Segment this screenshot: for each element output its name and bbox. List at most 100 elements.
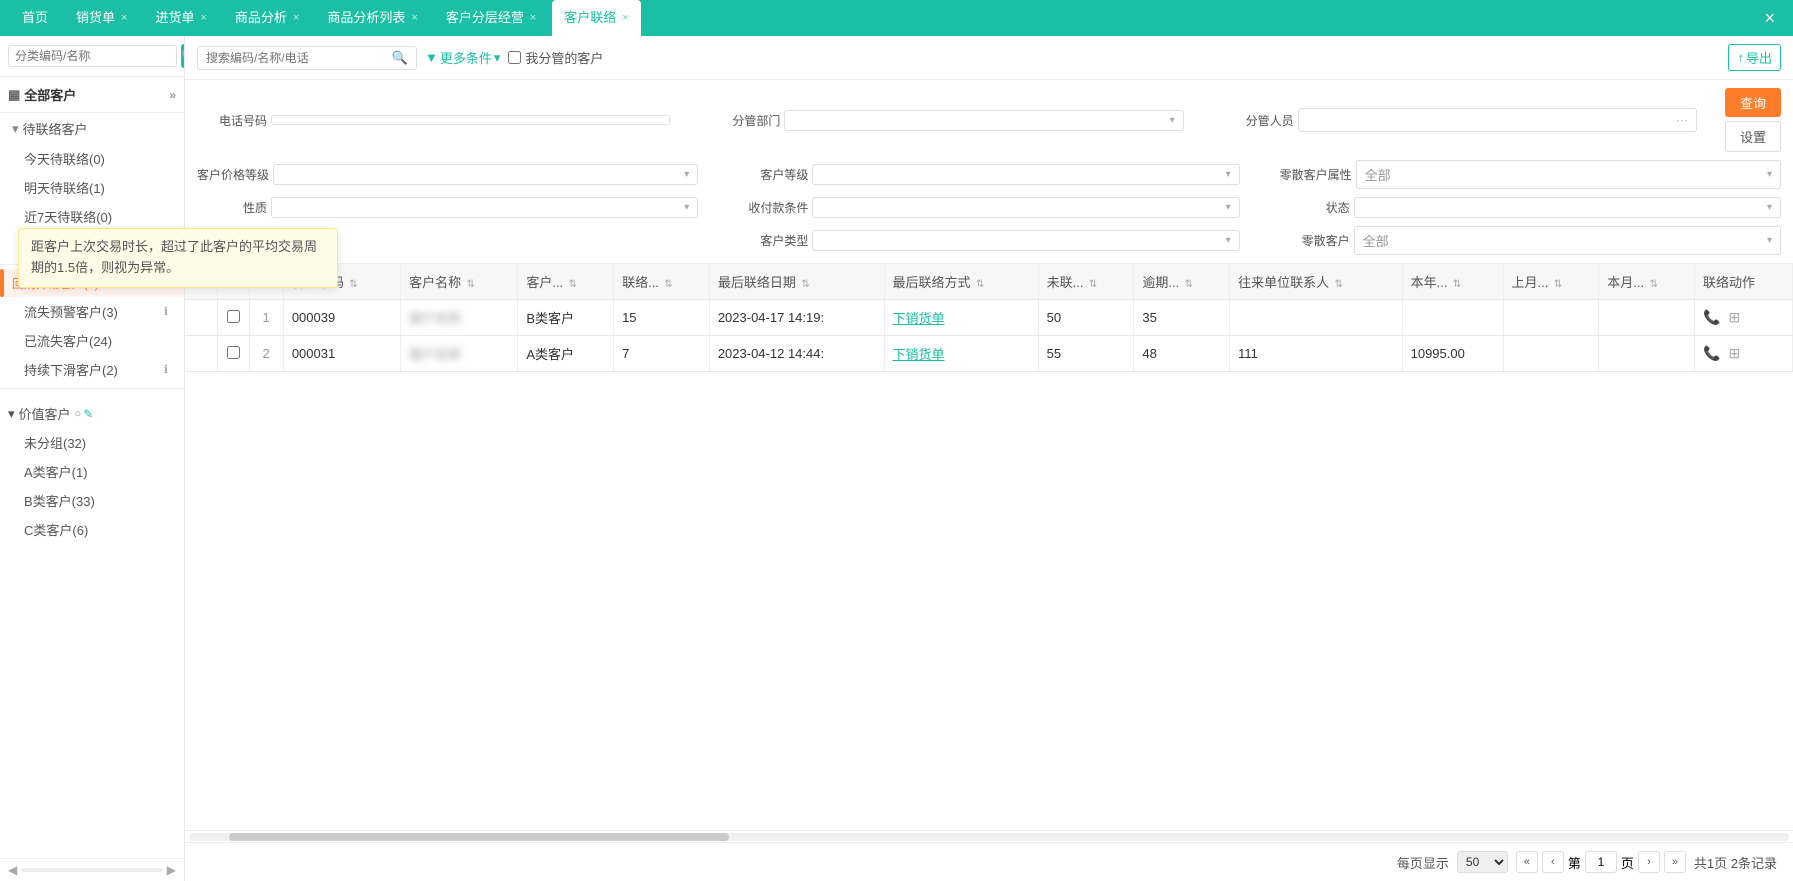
gender-input[interactable] <box>271 197 698 218</box>
nav-product-analysis[interactable]: 商品分析 × <box>223 0 311 36</box>
customer-level-input[interactable] <box>812 164 1239 185</box>
declining-info-icon[interactable]: ℹ <box>164 363 168 376</box>
query-button[interactable]: 查询 <box>1725 88 1781 117</box>
nav-customer-tier-close[interactable]: × <box>530 0 536 36</box>
sort-name-icon: ⇅ <box>466 279 474 290</box>
row1-more-icon[interactable]: ⊞ <box>1728 309 1740 326</box>
nav-customer-tier[interactable]: 客户分层经营 × <box>434 0 548 36</box>
col-overdue[interactable]: 逾期... ⇅ <box>1134 264 1230 300</box>
phone-input[interactable] <box>271 115 670 125</box>
retail-customer-input[interactable]: 全部 <box>1354 226 1781 255</box>
next-page-button[interactable]: › <box>1638 851 1660 873</box>
search-icon[interactable]: 🔍 <box>392 50 408 66</box>
sort-no-contact-icon: ⇅ <box>1089 279 1097 290</box>
row1-select-checkbox[interactable] <box>227 310 240 323</box>
nav-home[interactable]: 首页 <box>10 0 60 36</box>
my-customers-checkbox[interactable] <box>508 51 521 64</box>
nav-product-list-close[interactable]: × <box>411 0 417 36</box>
nav-purchase[interactable]: 进货单 × <box>143 0 218 36</box>
sidebar-item-a-class[interactable]: A类客户(1) <box>0 457 184 486</box>
sidebar-item-b-class[interactable]: B类客户(33) <box>0 486 184 515</box>
nav-sales[interactable]: 销货单 × <box>64 0 139 36</box>
sidebar-item-tomorrow[interactable]: 明天待联络(1) <box>0 173 184 202</box>
row1-action: 📞 ⊞ <box>1695 300 1793 336</box>
sidebar-scroll-left[interactable]: ◀ <box>8 863 17 877</box>
nav-purchase-close[interactable]: × <box>200 0 206 36</box>
row2-select-checkbox[interactable] <box>227 346 240 359</box>
export-button[interactable]: ↑ 导出 <box>1728 44 1781 71</box>
loss-warning-info-icon[interactable]: ℹ <box>164 305 168 318</box>
col-customer-type[interactable]: 客户... ⇅ <box>518 264 614 300</box>
col-this-month[interactable]: 本月... ⇅ <box>1599 264 1695 300</box>
col-name[interactable]: 客户名称 ⇅ <box>401 264 518 300</box>
dept-label: 分管部门 <box>710 112 780 129</box>
sidebar-scroll-right[interactable]: ▶ <box>167 863 176 877</box>
row1-name[interactable]: 客户名称 <box>401 300 518 336</box>
value-customers-section: ▾ 价值客户 ○ ✎ 未分组(32) A类客户(1) B类客户(33) C类客户… <box>0 393 184 550</box>
row2-more-icon[interactable]: ⊞ <box>1728 345 1740 362</box>
value-section-title[interactable]: ▾ 价值客户 ○ ✎ <box>0 399 184 428</box>
value-edit-icon[interactable]: ✎ <box>83 407 93 421</box>
sort-date-icon: ⇅ <box>801 279 809 290</box>
nav-home-label: 首页 <box>22 0 48 36</box>
horizontal-scrollbar[interactable] <box>185 830 1793 842</box>
row1-last-method: 下销货单 <box>884 300 1038 336</box>
retail-attr-input[interactable]: 全部 <box>1356 160 1781 189</box>
customer-type-input[interactable] <box>812 230 1239 251</box>
sidebar-collapse-icon[interactable]: » <box>169 88 176 102</box>
global-close-button[interactable]: × <box>1756 8 1783 29</box>
sort-type-icon: ⇅ <box>569 279 577 290</box>
payment-field: 收付款条件 <box>738 197 1239 218</box>
staff-input[interactable]: ··· <box>1298 108 1697 132</box>
row2-phone-icon[interactable]: 📞 <box>1703 345 1720 362</box>
col-contact-count[interactable]: 联络... ⇅ <box>614 264 710 300</box>
nav-sales-close[interactable]: × <box>121 0 127 36</box>
retail-customer-field: 零散客户 全部 <box>1280 226 1781 255</box>
more-conditions-button[interactable]: ▼ 更多条件 ▾ <box>425 48 500 67</box>
hscroll-thumb[interactable] <box>229 833 729 841</box>
per-page-select[interactable]: 50 100 200 <box>1457 851 1508 873</box>
sidebar-item-week[interactable]: 近7天待联络(0) <box>0 202 184 231</box>
col-action: 联络动作 <box>1695 264 1793 300</box>
col-last-month[interactable]: 上月... ⇅ <box>1503 264 1599 300</box>
first-page-button[interactable]: « <box>1516 851 1538 873</box>
nav-product-analysis-close[interactable]: × <box>293 0 299 36</box>
row2-name[interactable]: 客户名称 <box>401 336 518 372</box>
row1-method-link[interactable]: 下销货单 <box>893 311 945 326</box>
sidebar-bottom: ◀ ▶ <box>0 858 184 881</box>
status-input[interactable] <box>1354 197 1781 218</box>
status-label: 状态 <box>1280 199 1350 216</box>
sidebar-search-input[interactable] <box>8 45 177 67</box>
sidebar-item-c-class[interactable]: C类客户(6) <box>0 515 184 544</box>
prev-page-button[interactable]: ‹ <box>1542 851 1564 873</box>
settings-button[interactable]: 设置 <box>1725 121 1781 152</box>
col-contact-person[interactable]: 往来单位联系人 ⇅ <box>1230 264 1403 300</box>
row2-name-value: 客户名称 <box>409 347 461 362</box>
nav-customer-contact-close[interactable]: × <box>622 0 628 36</box>
payment-input[interactable] <box>812 197 1239 218</box>
pending-group-title[interactable]: ▾ 待联络客户 <box>0 113 184 144</box>
price-level-input[interactable] <box>273 164 698 185</box>
page-number-input[interactable] <box>1585 851 1617 873</box>
sidebar-item-lost[interactable]: 已流失客户(24) <box>0 326 184 355</box>
col-no-contact[interactable]: 未联... ⇅ <box>1038 264 1134 300</box>
phone-field: 电话号码 <box>197 112 670 129</box>
dept-input[interactable] <box>784 110 1183 131</box>
nav-customer-contact[interactable]: 客户联络 × <box>552 0 640 36</box>
nav-product-list[interactable]: 商品分析列表 × <box>315 0 429 36</box>
search-input[interactable] <box>206 51 388 65</box>
col-this-year[interactable]: 本年... ⇅ <box>1402 264 1503 300</box>
filter-row-4: ... 客户类型 零散客户 全部 <box>197 226 1781 255</box>
col-last-date[interactable]: 最后联络日期 ⇅ <box>709 264 884 300</box>
sidebar-item-today[interactable]: 今天待联络(0) <box>0 144 184 173</box>
sidebar-item-loss-warning[interactable]: 流失预警客户(3) ℹ <box>0 297 184 326</box>
last-page-button[interactable]: » <box>1664 851 1686 873</box>
row1-phone-icon[interactable]: 📞 <box>1703 309 1720 326</box>
row2-method-link[interactable]: 下销货单 <box>893 347 945 362</box>
sidebar-item-declining[interactable]: 持续下滑客户(2) ℹ <box>0 355 184 384</box>
col-last-method[interactable]: 最后联络方式 ⇅ <box>884 264 1038 300</box>
all-customers-section[interactable]: ▦ 全部客户 » <box>0 77 184 113</box>
filter-bar: 🔍 ▼ 更多条件 ▾ 我分管的客户 ↑ 导出 <box>185 36 1793 80</box>
sidebar-item-ungrouped[interactable]: 未分组(32) <box>0 428 184 457</box>
sort-month-icon: ⇅ <box>1649 279 1657 290</box>
